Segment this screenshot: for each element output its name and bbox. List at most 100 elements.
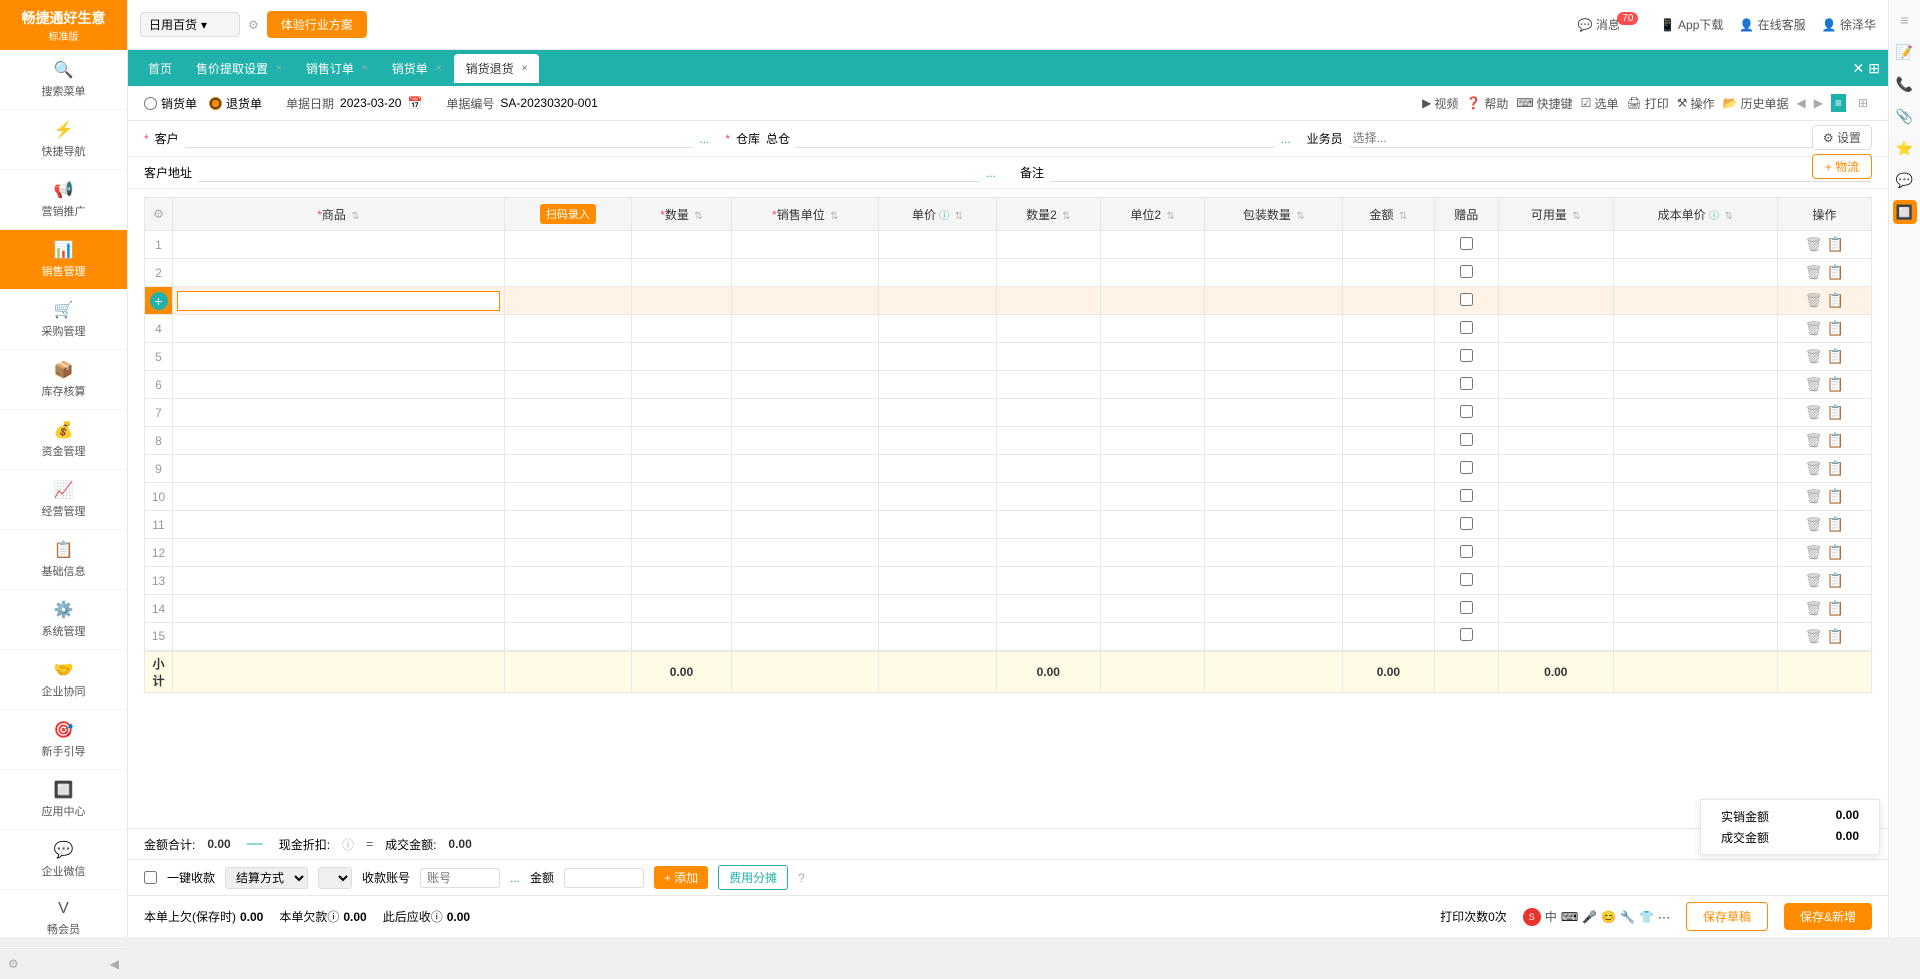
data-cell[interactable] <box>631 315 731 343</box>
data-cell[interactable] <box>631 427 731 455</box>
rp-star-icon[interactable]: ⭐ <box>1893 136 1917 160</box>
sidebar-item-search[interactable]: 🔍 搜索菜单 <box>0 50 127 110</box>
data-cell[interactable] <box>996 623 1100 651</box>
view-grid-icon[interactable]: ⊞ <box>1854 94 1872 112</box>
gift-checkbox[interactable] <box>1460 461 1473 474</box>
copy-row-icon[interactable]: 📋 <box>1827 544 1844 561</box>
sidebar-item-business[interactable]: 📈 经营管理 <box>0 470 127 530</box>
settings-gear-icon[interactable]: ⚙ <box>248 18 259 32</box>
data-cell[interactable] <box>879 399 996 427</box>
gift-checkbox[interactable] <box>1460 321 1473 334</box>
toolbar-help[interactable]: ❓ 帮助 <box>1466 95 1508 112</box>
data-cell[interactable] <box>996 483 1100 511</box>
data-cell[interactable] <box>631 343 731 371</box>
product-cell[interactable] <box>173 623 505 651</box>
data-cell[interactable] <box>631 287 731 315</box>
gift-cell[interactable] <box>1434 287 1498 315</box>
gift-checkbox[interactable] <box>1460 601 1473 614</box>
data-cell[interactable] <box>996 567 1100 595</box>
gift-checkbox[interactable] <box>1460 377 1473 390</box>
copy-row-icon[interactable]: 📋 <box>1827 292 1844 309</box>
sidebar-item-guide[interactable]: 🎯 新手引导 <box>0 710 127 770</box>
data-cell[interactable] <box>1100 567 1204 595</box>
data-cell[interactable] <box>631 511 731 539</box>
copy-row-icon[interactable]: 📋 <box>1827 572 1844 589</box>
data-cell[interactable] <box>732 315 879 343</box>
close-icon[interactable]: × <box>436 63 442 74</box>
addr-dots[interactable]: ... <box>986 166 996 180</box>
data-cell[interactable] <box>996 343 1100 371</box>
tab-menu-icon[interactable]: ⊞ <box>1868 60 1880 77</box>
rp-chat-icon[interactable]: 💬 <box>1893 168 1917 192</box>
data-cell[interactable] <box>732 287 879 315</box>
product-cell[interactable] <box>173 287 505 315</box>
gift-cell[interactable] <box>1434 455 1498 483</box>
product-cell[interactable] <box>173 259 505 287</box>
copy-row-icon[interactable]: 📋 <box>1827 628 1844 645</box>
gift-checkbox[interactable] <box>1460 349 1473 362</box>
sidebar-item-purchase[interactable]: 🛒 采购管理 <box>0 290 127 350</box>
account-dots[interactable]: ... <box>510 871 520 885</box>
data-cell[interactable] <box>732 427 879 455</box>
toolbar-operate[interactable]: ⚒ 操作 <box>1677 95 1715 112</box>
product-cell[interactable] <box>173 539 505 567</box>
product-cell[interactable] <box>173 315 505 343</box>
data-cell[interactable] <box>1343 511 1434 539</box>
save-new-btn[interactable]: 保存&新增 <box>1784 903 1872 930</box>
data-cell[interactable] <box>1205 567 1343 595</box>
gift-cell[interactable] <box>1434 315 1498 343</box>
rp-active-icon[interactable]: 🔲 <box>1893 200 1917 224</box>
data-cell[interactable] <box>631 567 731 595</box>
data-cell[interactable] <box>732 567 879 595</box>
data-cell[interactable] <box>1100 427 1204 455</box>
calc-method-select2[interactable] <box>318 867 352 889</box>
data-cell[interactable] <box>996 315 1100 343</box>
salesperson-input[interactable] <box>1349 129 1856 148</box>
sidebar-item-basic[interactable]: 📋 基础信息 <box>0 530 127 590</box>
data-cell[interactable] <box>1343 315 1434 343</box>
delete-row-icon[interactable]: 🗑 <box>1805 376 1823 393</box>
copy-row-icon[interactable]: 📋 <box>1827 488 1844 505</box>
sidebar-item-apps[interactable]: 🔲 应用中心 <box>0 770 127 830</box>
toolbar-history[interactable]: 📂 历史单据 <box>1722 95 1788 112</box>
product-cell[interactable] <box>173 595 505 623</box>
data-cell[interactable] <box>631 399 731 427</box>
toolbar-print[interactable]: 🖨 打印 <box>1626 95 1668 112</box>
radio-return-input[interactable] <box>209 97 222 110</box>
user-avatar[interactable]: 👤 徐泽华 <box>1822 16 1876 33</box>
gift-cell[interactable] <box>1434 343 1498 371</box>
data-cell[interactable] <box>879 567 996 595</box>
data-cell[interactable] <box>732 483 879 511</box>
data-cell[interactable] <box>996 231 1100 259</box>
data-cell[interactable] <box>631 539 731 567</box>
warehouse-dots[interactable]: ... <box>1281 132 1291 146</box>
message-area[interactable]: 💬 消息 70 <box>1578 16 1645 33</box>
data-cell[interactable] <box>996 511 1100 539</box>
gift-checkbox[interactable] <box>1460 628 1473 641</box>
delete-row-icon[interactable]: 🗑 <box>1805 292 1823 309</box>
gift-cell[interactable] <box>1434 427 1498 455</box>
delete-row-icon[interactable]: 🗑 <box>1805 348 1823 365</box>
gift-cell[interactable] <box>1434 483 1498 511</box>
add-row-btn[interactable]: + <box>150 292 168 310</box>
product-cell[interactable] <box>173 399 505 427</box>
gift-checkbox[interactable] <box>1460 545 1473 558</box>
data-cell[interactable] <box>996 371 1100 399</box>
data-cell[interactable] <box>631 595 731 623</box>
product-cell[interactable] <box>173 343 505 371</box>
tab-sales-bill[interactable]: 销货单 × <box>380 54 454 83</box>
gift-cell[interactable] <box>1434 231 1498 259</box>
data-cell[interactable] <box>1343 623 1434 651</box>
toolbar-video[interactable]: ▶ 视频 <box>1422 95 1458 112</box>
mic-icon[interactable]: 🎤 <box>1582 910 1597 924</box>
copy-row-icon[interactable]: 📋 <box>1827 404 1844 421</box>
gift-checkbox[interactable] <box>1460 517 1473 530</box>
data-cell[interactable] <box>1100 399 1204 427</box>
data-cell[interactable] <box>1100 287 1204 315</box>
data-cell[interactable] <box>1100 539 1204 567</box>
copy-row-icon[interactable]: 📋 <box>1827 320 1844 337</box>
data-cell[interactable] <box>879 483 996 511</box>
data-cell[interactable] <box>879 595 996 623</box>
sidebar-item-finance[interactable]: 💰 资金管理 <box>0 410 127 470</box>
gift-checkbox[interactable] <box>1460 433 1473 446</box>
